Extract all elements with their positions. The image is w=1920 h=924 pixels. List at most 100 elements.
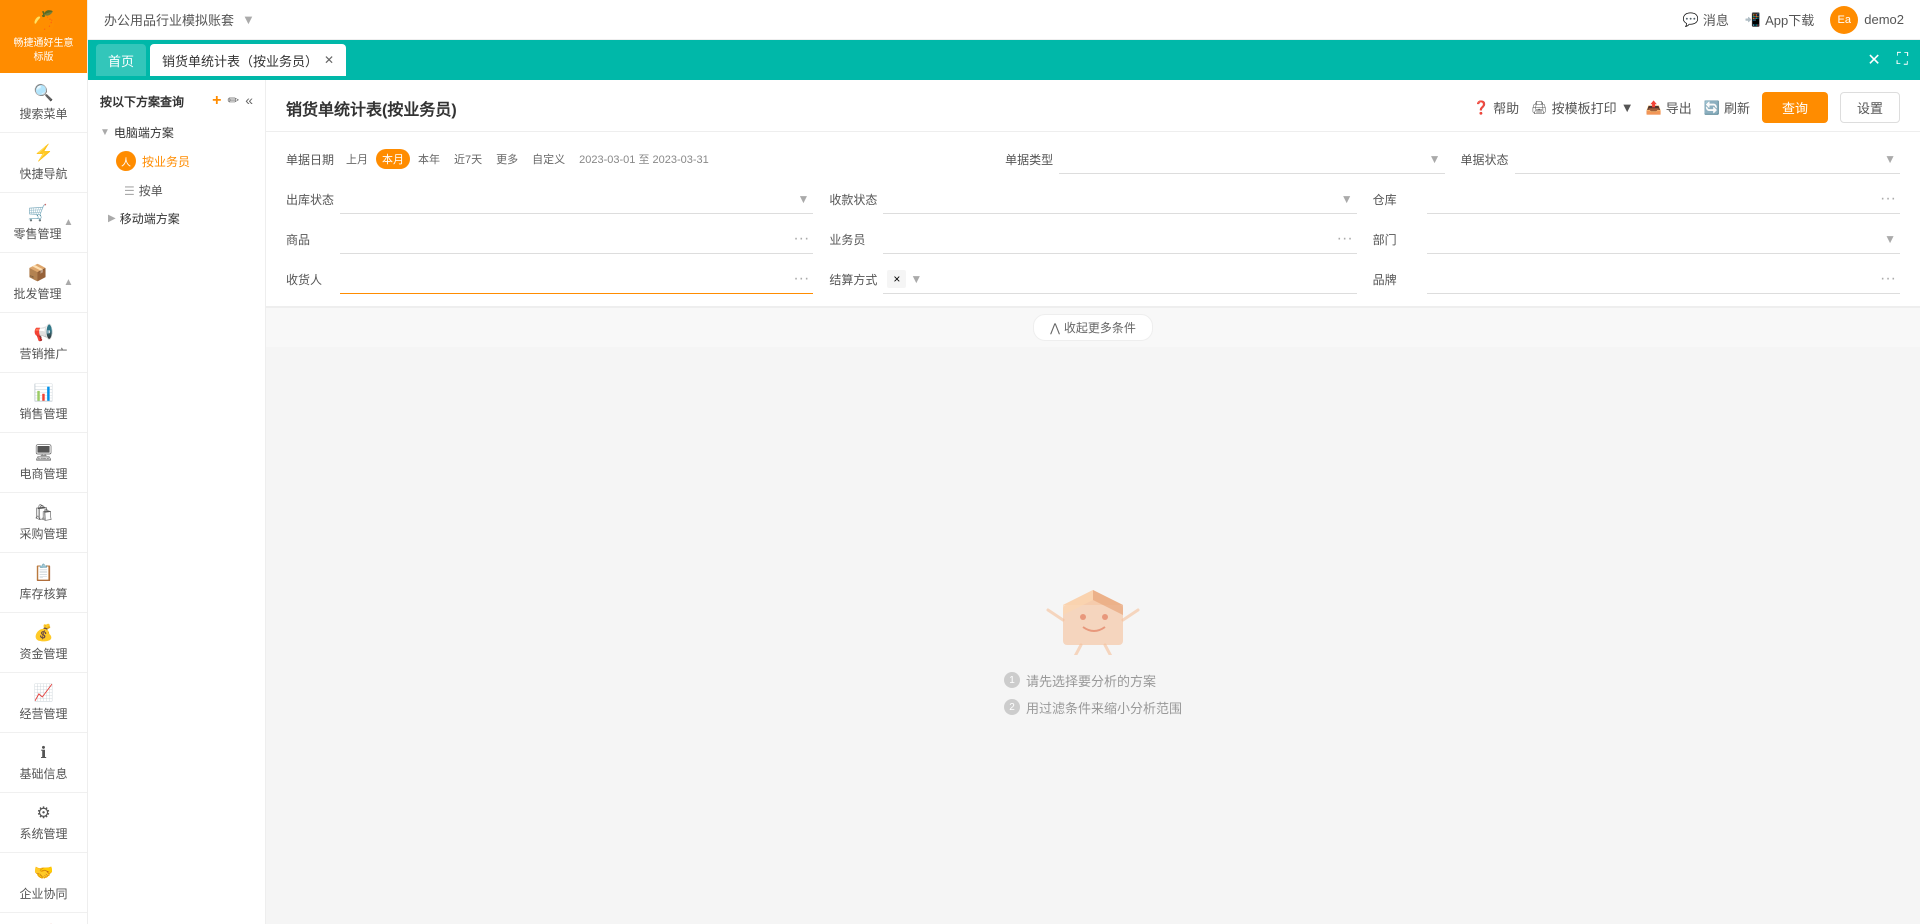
date-tab-last-month[interactable]: 上月 [340,149,374,169]
sidebar-item-ecommerce[interactable]: 🖥 电商管理 [0,433,87,493]
warehouse-input[interactable] [1431,192,1876,206]
app-title-dropdown[interactable]: ▼ [242,12,255,27]
scheme-sub-item-by-order[interactable]: ☰ 按单 [88,177,265,204]
sidebar-item-finance[interactable]: 💰 资金管理 [0,613,87,673]
doc-type-wrapper[interactable]: ▼ [1059,144,1444,174]
brand-wrapper[interactable]: ··· [1427,264,1900,294]
close-tab-btn[interactable]: ✕ [324,53,334,67]
brand-dots-icon[interactable]: ··· [1880,270,1896,288]
retail-arrow-icon: ▲ [64,217,74,228]
goods-input[interactable] [344,232,789,246]
salesperson-input[interactable] [887,232,1332,246]
consignee-dots-icon[interactable]: ··· [793,270,809,288]
wholesale-arrow-icon: ▲ [64,277,74,288]
sidebar-item-wholesale[interactable]: 📦 批发管理 ▲ [0,253,87,313]
sidebar-item-shortcuts[interactable]: ⚡ 快捷导航 [0,133,87,193]
help-btn[interactable]: ❓ 帮助 [1473,98,1519,117]
salesperson-wrapper[interactable]: ··· [883,224,1356,254]
date-tab-this-year[interactable]: 本年 [412,149,446,169]
warehouse-wrapper[interactable]: ··· [1427,184,1900,214]
warehouse-dots-icon[interactable]: ··· [1880,190,1896,208]
mobile-scheme-label: 移动端方案 [120,210,180,227]
message-btn[interactable]: 💬 消息 [1683,10,1729,29]
receipt-status-input[interactable] [887,192,1336,206]
avatar: Ea [1830,6,1858,34]
scheme-item-salesperson[interactable]: 人 按业务员 [88,145,265,177]
template-print-btn[interactable]: 🖨 按模板打印 ▼ [1531,98,1633,117]
mobile-scheme-header[interactable]: ▶ 移动端方案 [88,206,265,231]
by-order-label: 按单 [139,182,163,199]
export-btn[interactable]: 📤 导出 [1646,98,1692,117]
query-button[interactable]: 查询 [1762,92,1828,123]
filter-row-3: 商品 ··· 业务员 ··· 部门 [286,224,1900,254]
filter-date: 单据日期 上月 本月 本年 近7天 更多 自定义 2023-03-01 至 20… [286,149,989,169]
dept-wrapper[interactable]: ▼ [1427,224,1900,254]
sidebar-item-collab[interactable]: 🤝 企业协同 [0,853,87,913]
sidebar-item-basic[interactable]: ℹ 基础信息 [0,733,87,793]
settlement-tag-close-icon[interactable]: × [893,272,900,286]
doc-type-chevron-icon[interactable]: ▼ [1429,152,1441,166]
filter-row-4: 收货人 ··· 结算方式 × ▼ [286,264,1900,294]
tab-sales-stats[interactable]: 销货单统计表（按业务员） ✕ [150,44,346,76]
date-tab-this-month[interactable]: 本月 [376,149,410,169]
doc-status-wrapper[interactable]: ▼ [1515,144,1900,174]
receipt-status-chevron-icon[interactable]: ▼ [1341,192,1353,206]
consignee-wrapper[interactable]: ··· [340,264,813,294]
top-header-actions: 💬 消息 📲 App下载 Ea demo2 [1683,6,1904,34]
tab-home[interactable]: 首页 [96,44,146,76]
sidebar-item-retail[interactable]: 🛒 零售管理 ▲ [0,193,87,253]
close-window-btn[interactable]: ✕ [1863,46,1884,74]
wholesale-icon: 📦 [14,263,62,283]
export-icon: 📤 [1646,100,1662,116]
lightning-icon: ⚡ [4,143,83,163]
brand-input[interactable] [1431,272,1876,286]
settlement-chevron-icon[interactable]: ▼ [910,272,922,286]
fullscreen-btn[interactable]: ⛶ [1893,47,1912,73]
system-icon: ⚙ [4,803,83,823]
doc-status-label: 单据状态 [1461,151,1509,168]
receipt-status-wrapper[interactable]: ▼ [883,184,1356,214]
sidebar-item-inventory[interactable]: 📋 库存核算 [0,553,87,613]
sidebar-item-system[interactable]: ⚙ 系统管理 [0,793,87,853]
sidebar-item-purchase[interactable]: 🛍 采购管理 [0,493,87,553]
dept-input[interactable] [1431,232,1880,246]
collapse-filter-btn[interactable]: ⋀ 收起更多条件 [1033,314,1153,341]
out-status-wrapper[interactable]: ▼ [340,184,813,214]
settlement-label: 结算方式 [829,271,877,288]
print-icon: 🖨 [1531,100,1548,116]
collapse-panel-btn[interactable]: « [245,92,253,110]
sidebar-item-newbie[interactable]: 🚀 新手引导 [0,913,87,924]
date-tab-7days[interactable]: 近7天 [448,149,488,169]
consignee-input[interactable] [344,272,789,286]
ecommerce-icon: 🖥 [4,443,83,463]
user-avatar-btn[interactable]: Ea demo2 [1830,6,1904,34]
sidebar-item-search[interactable]: 🔍 搜索菜单 [0,73,87,133]
refresh-btn[interactable]: 🔄 刷新 [1704,98,1750,117]
date-tab-custom[interactable]: 自定义 [526,149,571,169]
salesperson-dots-icon[interactable]: ··· [1337,230,1353,248]
pc-scheme-header[interactable]: ▼ 电脑端方案 [88,120,265,145]
app-download-btn[interactable]: 📲 App下载 [1745,10,1814,29]
empty-tips: 1 请先选择要分析的方案 2 用过滤条件来缩小分析范围 [1004,671,1182,717]
doc-status-input[interactable] [1519,152,1881,166]
basic-icon: ℹ [4,743,83,763]
empty-state: 1 请先选择要分析的方案 2 用过滤条件来缩小分析范围 [266,347,1920,924]
sidebar-item-marketing[interactable]: 📢 营销推广 [0,313,87,373]
sidebar-item-sales[interactable]: 📊 销售管理 [0,373,87,433]
out-status-input[interactable] [344,192,793,206]
sidebar-item-operations[interactable]: 📈 经营管理 [0,673,87,733]
empty-tip-2: 2 用过滤条件来缩小分析范围 [1004,698,1182,717]
doc-type-input[interactable] [1063,152,1425,166]
goods-wrapper[interactable]: ··· [340,224,813,254]
app-title-area: 办公用品行业模拟账套 ▼ [104,10,255,29]
salesperson-label: 按业务员 [142,153,190,170]
dept-chevron-icon[interactable]: ▼ [1884,232,1896,246]
salesperson-filter-label: 业务员 [829,231,877,248]
date-tab-more[interactable]: 更多 [490,149,524,169]
edit-scheme-btn[interactable]: ✏ [227,92,239,110]
add-scheme-btn[interactable]: + [212,92,221,110]
goods-dots-icon[interactable]: ··· [793,230,809,248]
setting-button[interactable]: 设置 [1840,92,1900,123]
doc-status-chevron-icon[interactable]: ▼ [1884,152,1896,166]
out-status-chevron-icon[interactable]: ▼ [797,192,809,206]
